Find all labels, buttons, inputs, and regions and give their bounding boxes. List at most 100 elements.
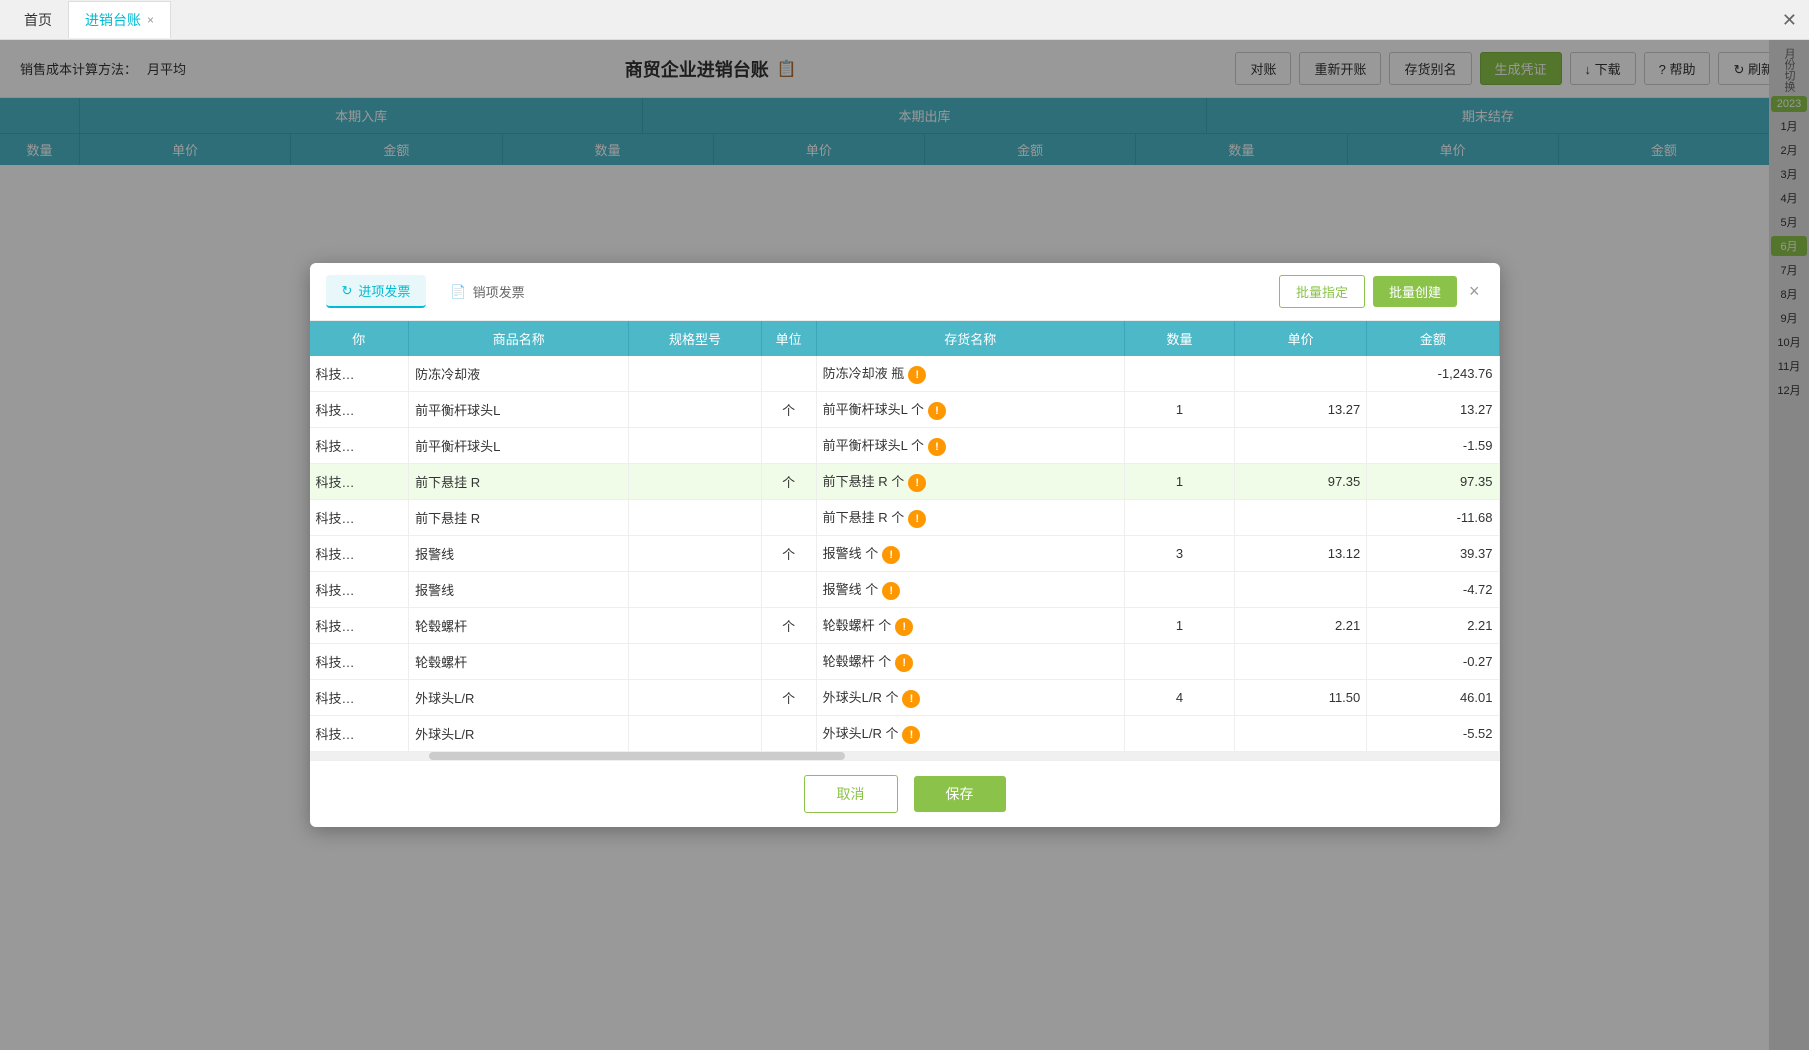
col-header-product: 商品名称 bbox=[409, 321, 629, 356]
cell-product: 轮毂螺杆 bbox=[409, 644, 629, 680]
cell-quantity: 3 bbox=[1124, 536, 1234, 572]
table-row[interactable]: 科技…报警线个报警线 个!313.1239.37 bbox=[310, 536, 1500, 572]
warning-icon[interactable]: ! bbox=[928, 402, 946, 420]
table-row[interactable]: 科技…前下悬挂 R前下悬挂 R 个!-11.68 bbox=[310, 500, 1500, 536]
cell-amount: -5.52 bbox=[1367, 716, 1499, 752]
table-row[interactable]: 科技…外球头L/R个外球头L/R 个!411.5046.01 bbox=[310, 680, 1500, 716]
cell-unit-price: 2.21 bbox=[1235, 608, 1367, 644]
cell-company: 科技… bbox=[310, 500, 409, 536]
cell-spec bbox=[629, 464, 761, 500]
cell-spec bbox=[629, 428, 761, 464]
col-header-amount: 金额 bbox=[1367, 321, 1499, 356]
cell-company: 科技… bbox=[310, 572, 409, 608]
cell-product: 前平衡杆球头L bbox=[409, 392, 629, 428]
cell-unit-price: 13.27 bbox=[1235, 392, 1367, 428]
cell-product: 前下悬挂 R bbox=[409, 500, 629, 536]
cell-quantity: 1 bbox=[1124, 464, 1234, 500]
cell-quantity bbox=[1124, 500, 1234, 536]
horizontal-scrollbar[interactable] bbox=[310, 752, 1500, 760]
cell-spec bbox=[629, 608, 761, 644]
cell-quantity bbox=[1124, 356, 1234, 392]
tab-inbound-invoice[interactable]: ↻ 进项发票 bbox=[326, 275, 427, 308]
tab-home[interactable]: 首页 bbox=[8, 2, 68, 38]
cell-spec bbox=[629, 716, 761, 752]
table-row[interactable]: 科技…前平衡杆球头L个前平衡杆球头L 个!113.2713.27 bbox=[310, 392, 1500, 428]
cell-unit: 个 bbox=[761, 608, 816, 644]
cell-spec bbox=[629, 572, 761, 608]
main-content: 销售成本计算方法： 月平均 商贸企业进销台账 📋 对账 重新开账 存货别名 生成… bbox=[0, 40, 1809, 1050]
table-header-row: 你 商品名称 规格型号 单位 存货名称 数量 单价 金额 bbox=[310, 321, 1500, 356]
modal-footer: 取消 保存 bbox=[310, 760, 1500, 827]
warning-icon[interactable]: ! bbox=[928, 438, 946, 456]
cell-product: 报警线 bbox=[409, 536, 629, 572]
cell-company: 科技… bbox=[310, 428, 409, 464]
cell-unit-price: 13.12 bbox=[1235, 536, 1367, 572]
warning-icon[interactable]: ! bbox=[895, 618, 913, 636]
modal-table-container[interactable]: 你 商品名称 规格型号 单位 存货名称 数量 单价 金额 科技…防冻冷却液防冻冷… bbox=[310, 321, 1500, 752]
cell-amount: -4.72 bbox=[1367, 572, 1499, 608]
cell-unit bbox=[761, 716, 816, 752]
col-header-qty: 数量 bbox=[1124, 321, 1234, 356]
col-header-company: 你 bbox=[310, 321, 409, 356]
window-close-button[interactable]: ✕ bbox=[1782, 11, 1797, 29]
cell-company: 科技… bbox=[310, 644, 409, 680]
table-row[interactable]: 科技…报警线报警线 个!-4.72 bbox=[310, 572, 1500, 608]
warning-icon[interactable]: ! bbox=[908, 366, 926, 384]
modal-close-button[interactable]: × bbox=[1465, 281, 1484, 302]
cell-amount: 39.37 bbox=[1367, 536, 1499, 572]
save-button[interactable]: 保存 bbox=[914, 776, 1006, 812]
active-tab-label: 进销台账 bbox=[85, 10, 141, 30]
cell-stock: 报警线 个! bbox=[816, 536, 1124, 572]
top-bar: 首页 进销台账 × ✕ bbox=[0, 0, 1809, 40]
cell-stock: 轮毂螺杆 个! bbox=[816, 644, 1124, 680]
warning-icon[interactable]: ! bbox=[908, 510, 926, 528]
warning-icon[interactable]: ! bbox=[895, 654, 913, 672]
warning-icon[interactable]: ! bbox=[882, 582, 900, 600]
cell-stock: 前平衡杆球头L 个! bbox=[816, 428, 1124, 464]
table-row[interactable]: 科技…前平衡杆球头L 前平衡杆球头L 个! -1.59 bbox=[310, 428, 1500, 464]
cell-quantity: 1 bbox=[1124, 392, 1234, 428]
tab-close-icon[interactable]: × bbox=[147, 13, 154, 27]
cell-amount: -1.59 bbox=[1367, 428, 1499, 464]
table-row[interactable]: 科技…轮毂螺杆个轮毂螺杆 个!12.212.21 bbox=[310, 608, 1500, 644]
tab-outbound-invoice[interactable]: 📄 销项发票 bbox=[434, 276, 540, 307]
table-row[interactable]: 科技…外球头L/R外球头L/R 个!-5.52 bbox=[310, 716, 1500, 752]
modal-table-body: 科技…防冻冷却液防冻冷却液 瓶!-1,243.76科技…前平衡杆球头L个前平衡杆… bbox=[310, 356, 1500, 752]
warning-icon[interactable]: ! bbox=[882, 546, 900, 564]
table-row[interactable]: 科技…前下悬挂 R个前下悬挂 R 个!197.3597.35 bbox=[310, 464, 1500, 500]
cell-unit-price bbox=[1235, 572, 1367, 608]
cancel-button[interactable]: 取消 bbox=[804, 775, 898, 813]
cell-quantity bbox=[1124, 644, 1234, 680]
cell-amount: 2.21 bbox=[1367, 608, 1499, 644]
cell-company: 科技… bbox=[310, 464, 409, 500]
cell-stock: 防冻冷却液 瓶! bbox=[816, 356, 1124, 392]
col-header-unit: 单位 bbox=[761, 321, 816, 356]
modal-toolbar: 批量指定 批量创建 bbox=[1279, 275, 1457, 308]
scrollbar-thumb[interactable] bbox=[429, 752, 846, 760]
cell-product: 外球头L/R bbox=[409, 716, 629, 752]
cell-unit-price: 11.50 bbox=[1235, 680, 1367, 716]
cell-amount: 13.27 bbox=[1367, 392, 1499, 428]
warning-icon[interactable]: ! bbox=[902, 690, 920, 708]
cell-unit-price bbox=[1235, 428, 1367, 464]
cell-quantity bbox=[1124, 428, 1234, 464]
outbound-tab-label: 销项发票 bbox=[473, 282, 525, 301]
cell-spec bbox=[629, 680, 761, 716]
cell-unit-price bbox=[1235, 716, 1367, 752]
tab-active[interactable]: 进销台账 × bbox=[68, 1, 171, 38]
cell-spec bbox=[629, 644, 761, 680]
cell-quantity: 4 bbox=[1124, 680, 1234, 716]
cell-product: 前平衡杆球头L bbox=[409, 428, 629, 464]
cell-unit-price bbox=[1235, 644, 1367, 680]
invoice-table: 你 商品名称 规格型号 单位 存货名称 数量 单价 金额 科技…防冻冷却液防冻冷… bbox=[310, 321, 1500, 752]
outbound-tab-icon: 📄 bbox=[450, 284, 466, 300]
cell-stock: 前平衡杆球头L 个! bbox=[816, 392, 1124, 428]
table-row[interactable]: 科技…防冻冷却液防冻冷却液 瓶!-1,243.76 bbox=[310, 356, 1500, 392]
warning-icon[interactable]: ! bbox=[902, 726, 920, 744]
batch-create-button[interactable]: 批量创建 bbox=[1373, 276, 1457, 307]
warning-icon[interactable]: ! bbox=[908, 474, 926, 492]
batch-assign-button[interactable]: 批量指定 bbox=[1279, 275, 1365, 308]
cell-stock: 报警线 个! bbox=[816, 572, 1124, 608]
cell-product: 防冻冷却液 bbox=[409, 356, 629, 392]
table-row[interactable]: 科技…轮毂螺杆轮毂螺杆 个!-0.27 bbox=[310, 644, 1500, 680]
